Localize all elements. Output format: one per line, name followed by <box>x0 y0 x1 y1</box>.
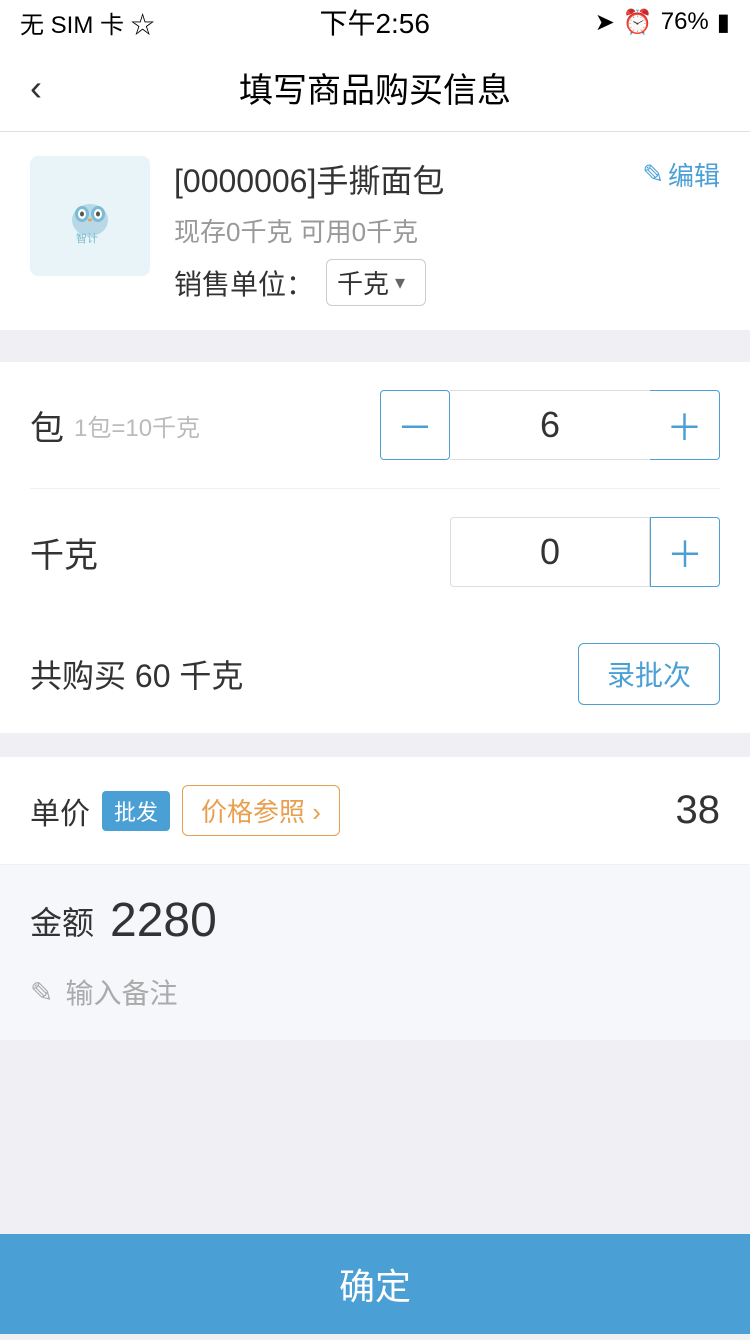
price-label: 单价 <box>30 789 90 833</box>
battery-percent: 76% <box>661 8 709 36</box>
section-divider-2 <box>0 733 750 749</box>
sim-status: 无 SIM 卡 ☆ <box>20 5 155 40</box>
price-ref-button[interactable]: 价格参照 › <box>182 785 340 836</box>
confirm-button[interactable]: 确定 <box>0 1234 750 1334</box>
product-header: [0000006]手撕面包 ✎ 编辑 <box>174 156 720 202</box>
bao-label: 包 <box>30 401 64 450</box>
amount-row: 金额 2280 <box>30 893 720 972</box>
page-title: 填写商品购买信息 <box>239 63 511 112</box>
product-card: 智计 [0000006]手撕面包 ✎ 编辑 现存0千克 可用0千克 销售单位： … <box>0 132 750 330</box>
pencil-icon: ✎ <box>30 976 53 1009</box>
section-divider-1 <box>0 346 750 362</box>
remark-placeholder: 输入备注 <box>65 972 177 1012</box>
bao-input[interactable] <box>450 390 650 460</box>
dropdown-arrow-icon: ▾ <box>395 270 405 295</box>
batch-button[interactable]: 录批次 <box>578 643 720 705</box>
edit-label: 编辑 <box>668 156 720 193</box>
status-right: ➤ ⏰ 76% ▮ <box>595 8 730 37</box>
input-section: 包 1包=10千克 － ＋ 千克 ＋ <box>0 362 750 615</box>
remark-row[interactable]: ✎ 输入备注 <box>30 972 720 1040</box>
nav-bar: ‹ 填写商品购买信息 <box>0 44 750 132</box>
battery-icon: ▮ <box>717 8 730 37</box>
product-unit: 销售单位： 千克 ▾ <box>174 259 720 306</box>
bao-plus-button[interactable]: ＋ <box>650 390 720 460</box>
location-icon: ➤ <box>595 8 615 37</box>
price-label-group: 单价 批发 价格参照 › <box>30 785 340 836</box>
unit-selector[interactable]: 千克 ▾ <box>326 259 426 306</box>
kg-input[interactable] <box>450 517 650 587</box>
product-info: [0000006]手撕面包 ✎ 编辑 现存0千克 可用0千克 销售单位： 千克 … <box>174 156 720 306</box>
unit-label: 销售单位： <box>174 263 314 303</box>
svg-text:智计: 智计 <box>76 231 98 245</box>
kg-label: 千克 <box>30 528 98 577</box>
bao-stepper: － ＋ <box>380 390 720 460</box>
alarm-icon: ⏰ <box>623 8 653 37</box>
edit-icon: ✎ <box>642 159 664 190</box>
product-image: 智计 <box>30 156 150 276</box>
amount-label: 金额 <box>30 898 94 944</box>
kg-row: 千克 ＋ <box>30 489 720 615</box>
status-time: 下午2:56 <box>319 2 430 42</box>
kg-plus-button[interactable]: ＋ <box>650 517 720 587</box>
price-tag: 批发 <box>102 791 170 831</box>
summary-section: 共购买 60 千克 录批次 <box>0 615 750 733</box>
summary-text: 共购买 60 千克 <box>30 651 243 697</box>
status-left: 无 SIM 卡 ☆ <box>20 5 155 40</box>
back-button[interactable]: ‹ <box>30 67 42 109</box>
product-logo: 智计 <box>60 186 120 246</box>
confirm-label: 确定 <box>339 1258 411 1310</box>
amount-section: 金额 2280 ✎ 输入备注 <box>0 865 750 1040</box>
product-name: [0000006]手撕面包 <box>174 156 642 202</box>
bao-label-group: 包 1包=10千克 <box>30 401 200 450</box>
edit-button[interactable]: ✎ 编辑 <box>642 156 720 193</box>
bao-minus-button[interactable]: － <box>380 390 450 460</box>
amount-value: 2280 <box>110 893 217 948</box>
product-stock: 现存0千克 可用0千克 <box>174 212 720 249</box>
status-bar: 无 SIM 卡 ☆ 下午2:56 ➤ ⏰ 76% ▮ <box>0 0 750 44</box>
bao-hint: 1包=10千克 <box>74 408 200 443</box>
unit-value: 千克 <box>337 264 389 301</box>
price-value: 38 <box>676 788 721 833</box>
price-section: 单价 批发 价格参照 › 38 <box>0 749 750 865</box>
bao-row: 包 1包=10千克 － ＋ <box>30 362 720 489</box>
kg-stepper: ＋ <box>450 517 720 587</box>
